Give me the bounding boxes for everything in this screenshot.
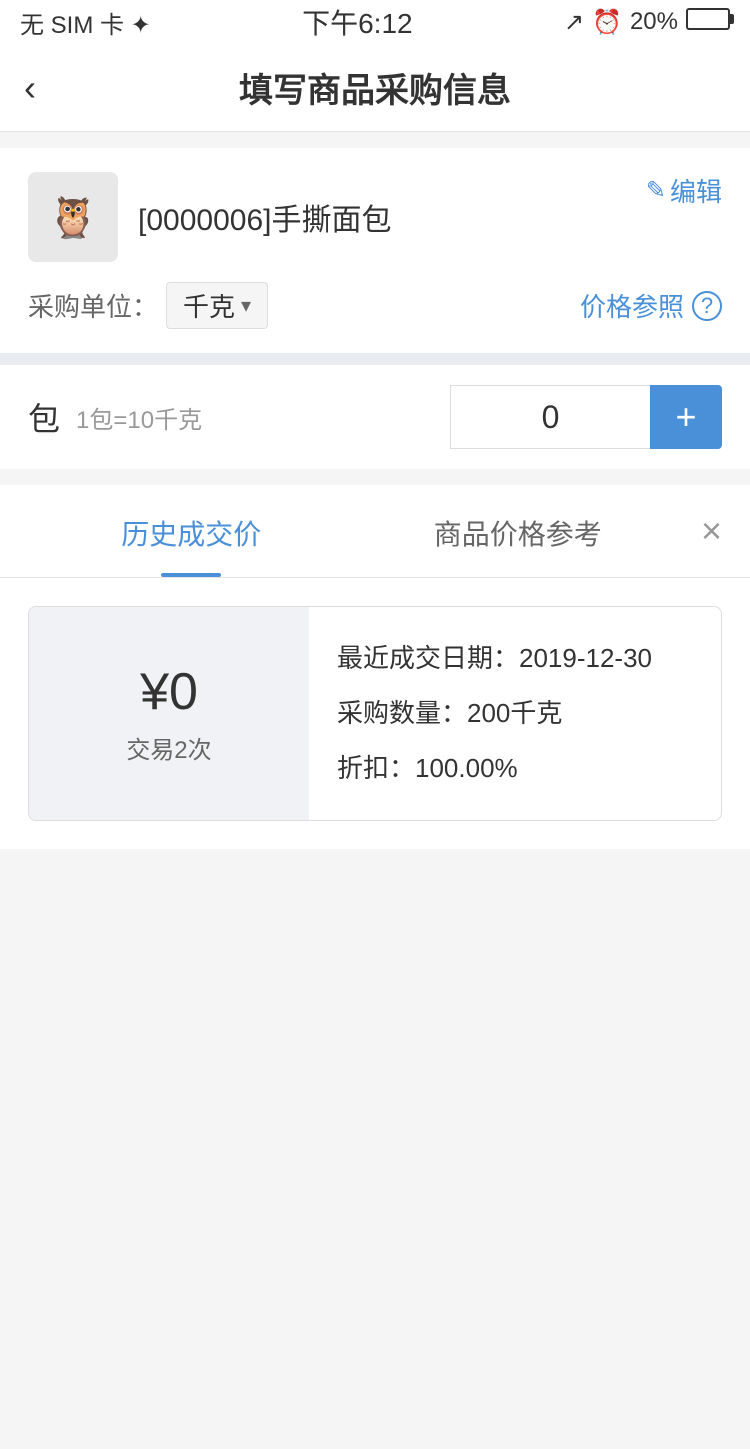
page-title: 填写商品采购信息 xyxy=(239,63,511,112)
price-date-label: 最近成交日期： xyxy=(337,643,519,673)
back-button[interactable]: ‹ xyxy=(24,67,36,109)
tab-close-button[interactable]: × xyxy=(681,490,722,572)
status-time: 下午6:12 xyxy=(302,2,413,42)
battery-icon xyxy=(686,8,730,37)
product-image: 🦉 xyxy=(28,172,118,262)
product-header: 🦉 [0000006]手撕面包 ✎ 编辑 xyxy=(28,172,722,262)
price-discount-value: 100.00% xyxy=(415,753,518,783)
product-card: 🦉 [0000006]手撕面包 ✎ 编辑 采购单位： 千克 ▾ 价格参照 ? xyxy=(0,148,750,353)
price-quantity-label: 采购数量： xyxy=(337,698,467,728)
product-name: [0000006]手撕面包 xyxy=(138,195,391,239)
unit-select[interactable]: 千克 ▾ xyxy=(166,282,268,329)
tab-product-price-ref[interactable]: 商品价格参考 xyxy=(354,485,680,577)
nav-bar: ‹ 填写商品采购信息 xyxy=(0,44,750,132)
status-right: ↗ ⏰ 20% xyxy=(564,8,730,37)
price-card-left: ¥0 交易2次 xyxy=(29,607,309,820)
quantity-unit-label: 包 xyxy=(28,394,60,440)
price-discount-label: 折扣： xyxy=(337,753,415,783)
edit-button[interactable]: ✎ 编辑 xyxy=(646,172,722,209)
quantity-input[interactable] xyxy=(450,385,650,449)
price-card-right: 最近成交日期：2019-12-30 采购数量：200千克 折扣：100.00% xyxy=(309,607,721,820)
price-detail-discount: 折扣：100.00% xyxy=(337,749,693,788)
price-date-value: 2019-12-30 xyxy=(519,643,652,673)
quantity-input-area: + xyxy=(450,385,722,449)
product-thumbnail: 🦉 xyxy=(48,194,98,241)
sim-text: 无 SIM 卡 ✦ xyxy=(20,5,151,40)
tabs-container: 历史成交价 商品价格参考 × xyxy=(0,485,750,578)
price-quantity-value: 200千克 xyxy=(467,698,562,728)
price-ref-label: 价格参照 xyxy=(580,287,684,324)
battery-percent: 20% xyxy=(630,8,678,36)
price-detail-date: 最近成交日期：2019-12-30 xyxy=(337,639,693,678)
edit-icon: ✎ xyxy=(646,176,666,205)
quantity-conversion-hint: 1包=10千克 xyxy=(76,400,202,435)
alarm-icon: ⏰ xyxy=(592,8,622,37)
price-section: ¥0 交易2次 最近成交日期：2019-12-30 采购数量：200千克 折扣：… xyxy=(0,578,750,849)
unit-value: 千克 xyxy=(183,287,235,324)
price-ref-button[interactable]: 价格参照 ? xyxy=(580,287,722,324)
price-card: ¥0 交易2次 最近成交日期：2019-12-30 采购数量：200千克 折扣：… xyxy=(28,606,722,821)
tab-history-price[interactable]: 历史成交价 xyxy=(28,485,354,577)
status-bar: 无 SIM 卡 ✦ 下午6:12 ↗ ⏰ 20% xyxy=(0,0,750,44)
edit-label: 编辑 xyxy=(670,172,722,209)
section-divider xyxy=(0,353,750,365)
unit-label: 采购单位： xyxy=(28,287,158,324)
quantity-row: 包 1包=10千克 + xyxy=(0,365,750,469)
status-left: 无 SIM 卡 ✦ xyxy=(20,5,151,40)
product-unit-row: 采购单位： 千克 ▾ 价格参照 ? xyxy=(28,282,722,329)
price-transactions: 交易2次 xyxy=(126,730,211,765)
footer-space xyxy=(0,849,750,1449)
price-detail-quantity: 采购数量：200千克 xyxy=(337,694,693,733)
product-left: 🦉 [0000006]手撕面包 xyxy=(28,172,391,262)
location-icon: ↗ xyxy=(564,8,584,37)
price-ref-help-icon: ? xyxy=(692,291,722,321)
price-currency: ¥ xyxy=(140,663,169,721)
unit-dropdown-icon: ▾ xyxy=(241,293,251,318)
quantity-plus-button[interactable]: + xyxy=(650,385,722,449)
quantity-left: 包 1包=10千克 xyxy=(28,394,202,440)
price-amount: ¥0 xyxy=(140,662,198,722)
price-value: 0 xyxy=(169,663,198,721)
